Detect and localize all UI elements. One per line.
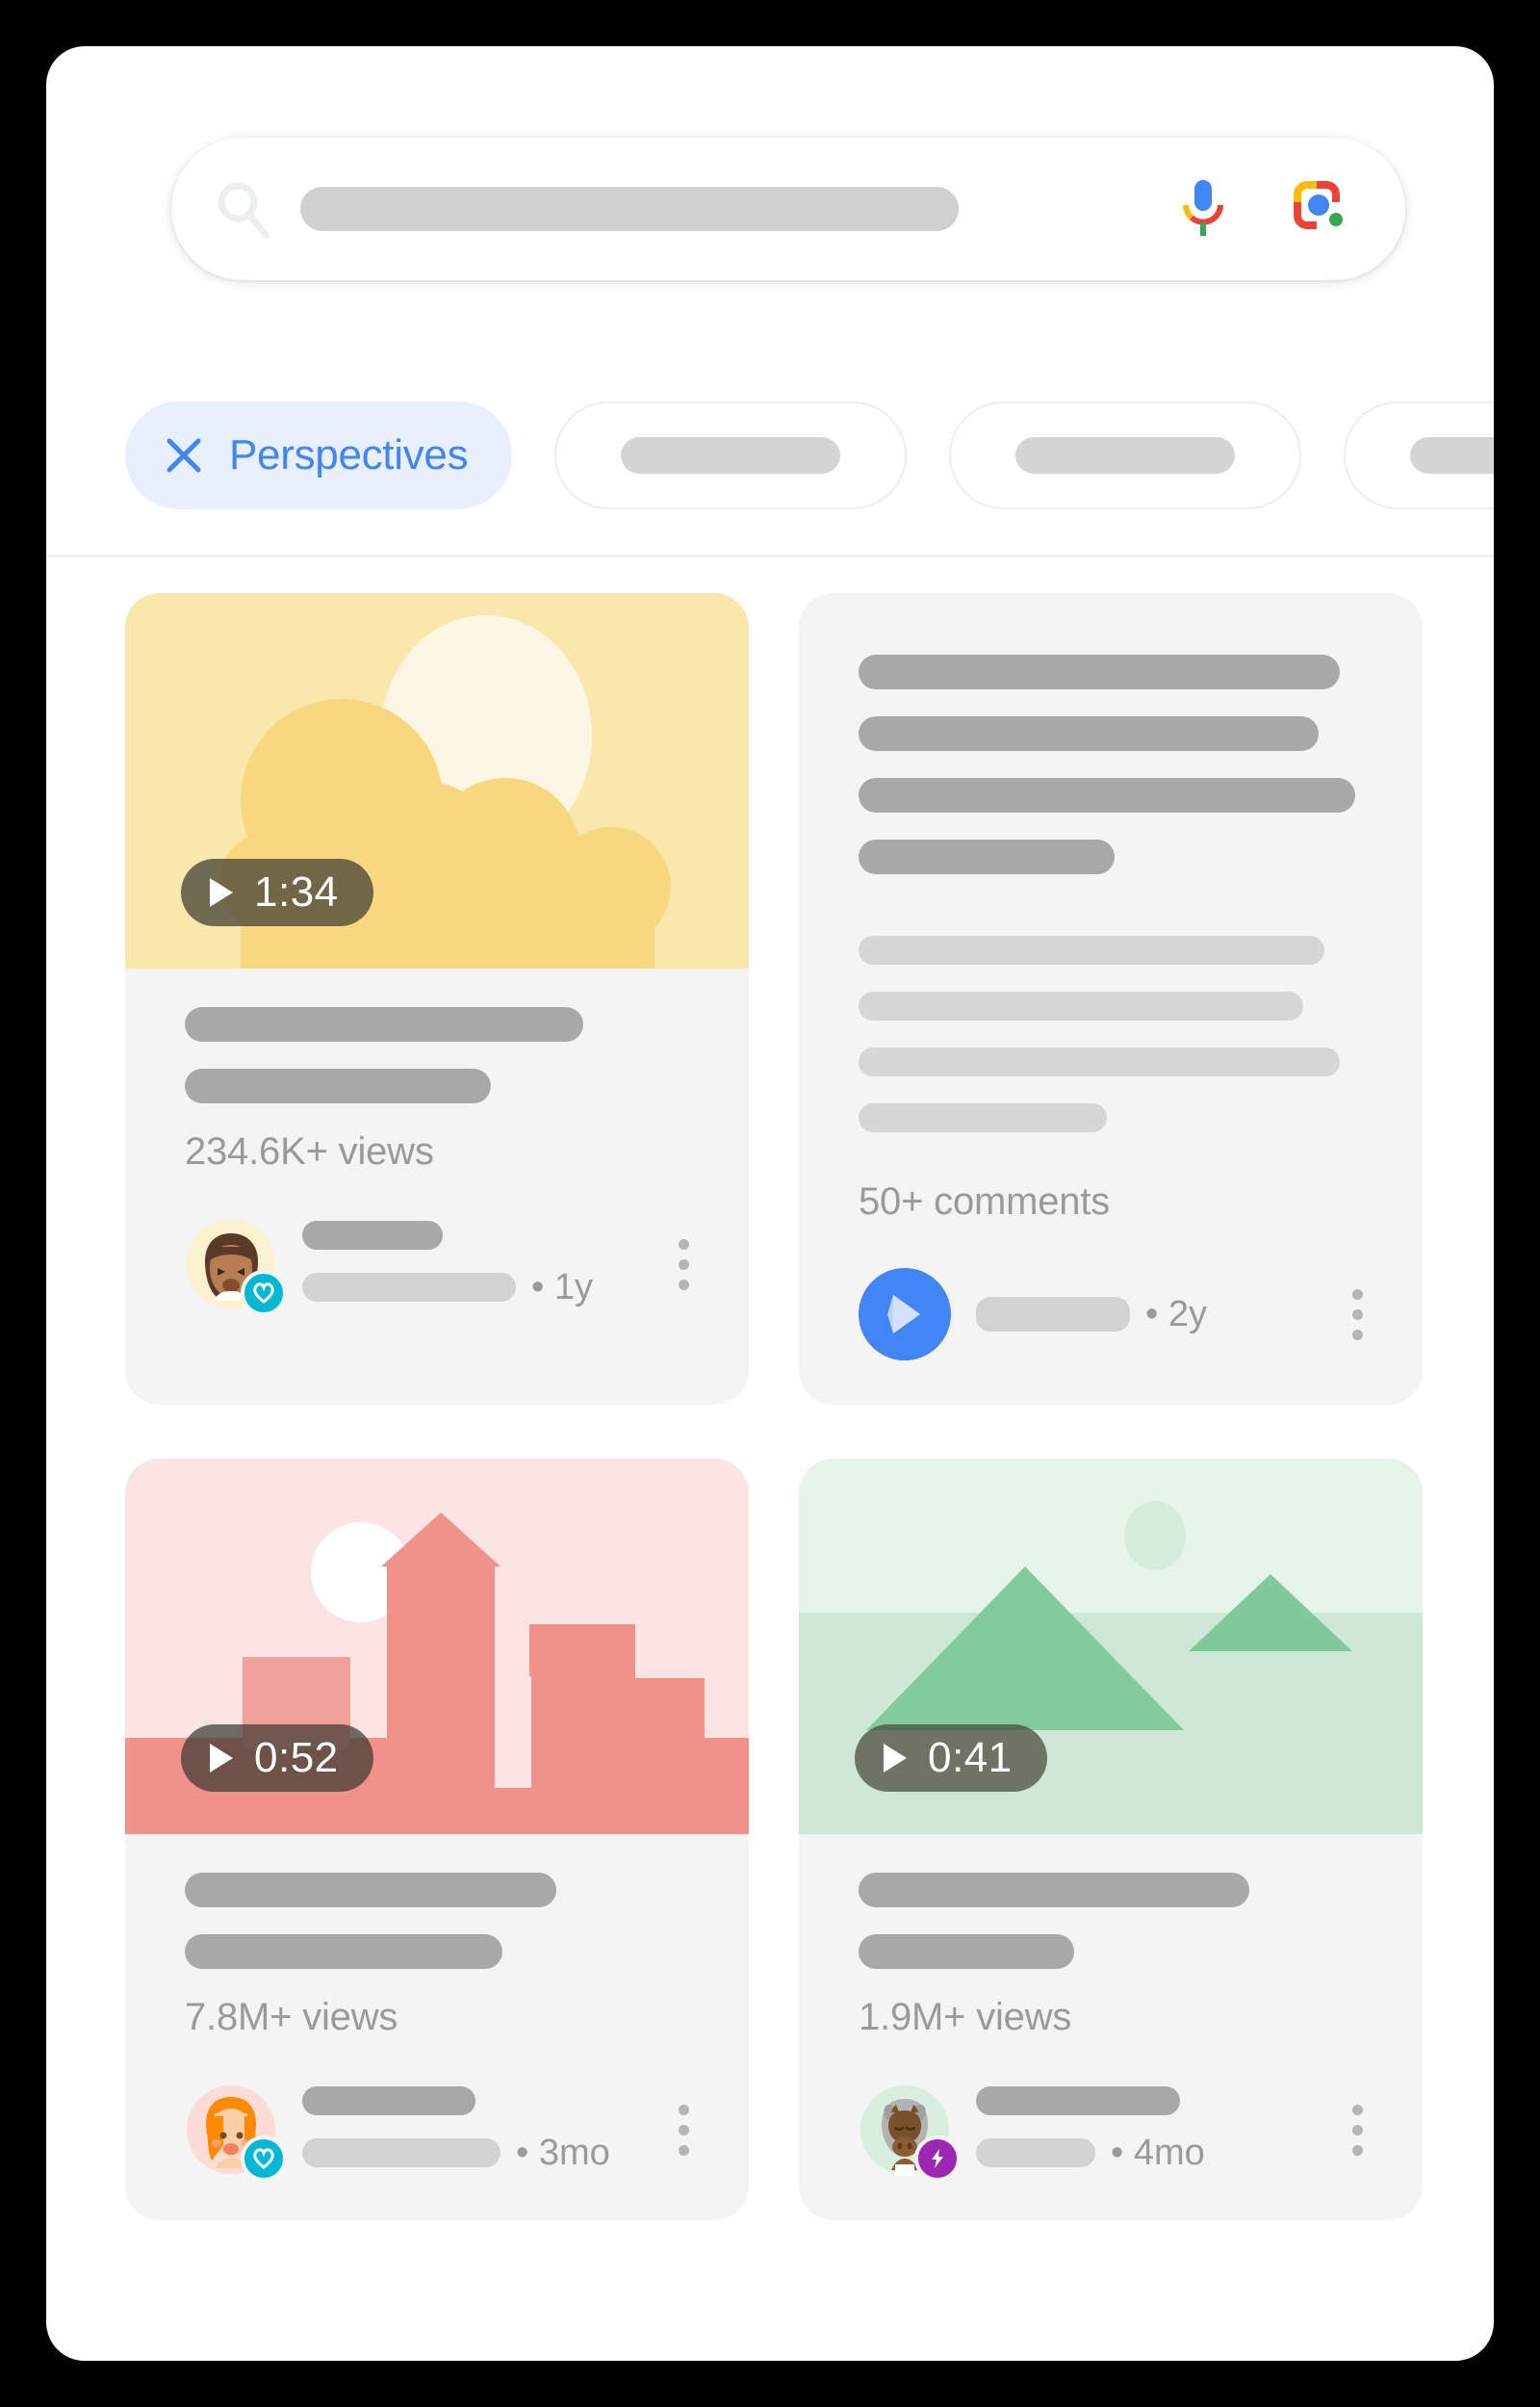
results-grid: 1:34 234.6K+ views • 1y 50+ comments • 2… bbox=[125, 593, 1423, 2220]
bolt-badge bbox=[914, 2135, 961, 2182]
chip-placeholder-pill bbox=[621, 437, 841, 474]
views-stat: 7.8M+ views bbox=[185, 1996, 398, 2038]
duration-text: 0:41 bbox=[928, 1734, 1013, 1781]
author-name-placeholder bbox=[302, 2085, 475, 2115]
chip-placeholder-pill bbox=[1410, 437, 1494, 474]
comments-stat: 50+ comments bbox=[859, 1180, 1111, 1223]
thumbnail-sun-cloud: 1:34 bbox=[125, 593, 749, 969]
play-icon bbox=[210, 878, 233, 907]
author-placeholder: • 3mo bbox=[302, 2085, 634, 2174]
more-vertical-icon[interactable] bbox=[1333, 1288, 1363, 1340]
card-body: 1.9M+ views • 4mo bbox=[799, 1834, 1423, 2220]
avatar[interactable] bbox=[185, 1218, 287, 1316]
source-placeholder bbox=[302, 2138, 500, 2167]
title-placeholder-line bbox=[859, 1934, 1074, 1969]
source-placeholder bbox=[976, 2138, 1095, 2167]
play-icon bbox=[210, 1744, 233, 1773]
search-input[interactable] bbox=[300, 187, 959, 231]
duration-text: 1:34 bbox=[254, 868, 339, 916]
title-placeholder-line bbox=[185, 1069, 491, 1103]
thumbnail-city-skyline: 0:52 bbox=[125, 1459, 749, 1834]
text-placeholder-line bbox=[859, 936, 1324, 965]
title-placeholder-line bbox=[185, 1873, 556, 1907]
avatar[interactable] bbox=[185, 2083, 287, 2182]
title-placeholder-line bbox=[859, 1873, 1249, 1907]
duration-badge: 0:52 bbox=[181, 1724, 373, 1792]
search-actions bbox=[1180, 178, 1351, 240]
card-footer: • 1y bbox=[185, 1218, 689, 1316]
source-placeholder bbox=[976, 1297, 1130, 1332]
chip-placeholder-1[interactable] bbox=[554, 401, 908, 509]
filter-chips-row: Perspectives bbox=[46, 388, 1494, 523]
text-placeholder-line bbox=[859, 655, 1340, 689]
timestamp: • 4mo bbox=[1111, 2132, 1205, 2173]
text-placeholder-block bbox=[799, 593, 1423, 1132]
duration-badge: 0:41 bbox=[855, 1724, 1047, 1792]
heart-badge bbox=[241, 2135, 287, 2182]
text-placeholder-line bbox=[859, 716, 1319, 751]
search-icon bbox=[212, 177, 275, 241]
text-placeholder-line bbox=[859, 1048, 1340, 1076]
author-name-placeholder bbox=[976, 2085, 1180, 2115]
result-card-4[interactable]: 0:41 1.9M+ views • 4mo bbox=[799, 1459, 1423, 2220]
text-placeholder-line bbox=[859, 778, 1355, 813]
text-placeholder-line bbox=[859, 1103, 1107, 1132]
chip-placeholder-pill bbox=[1015, 437, 1236, 474]
chip-label-perspectives: Perspectives bbox=[229, 431, 469, 479]
author-placeholder: • 1y bbox=[302, 1220, 634, 1308]
result-card-2[interactable]: 50+ comments • 2y bbox=[799, 593, 1423, 1405]
author-placeholder: • 2y bbox=[976, 1294, 1308, 1335]
more-vertical-icon[interactable] bbox=[659, 1238, 689, 1290]
duration-badge: 1:34 bbox=[181, 859, 373, 926]
duration-text: 0:52 bbox=[254, 1734, 339, 1781]
search-bar-container bbox=[125, 128, 1415, 282]
timestamp: • 3mo bbox=[516, 2132, 610, 2173]
views-stat: 234.6K+ views bbox=[185, 1130, 434, 1173]
avatar[interactable] bbox=[859, 1268, 951, 1360]
card-footer: • 3mo bbox=[185, 2083, 689, 2182]
google-lens-icon[interactable] bbox=[1292, 179, 1351, 239]
close-icon[interactable] bbox=[164, 435, 204, 476]
search-bar[interactable] bbox=[171, 138, 1405, 280]
source-placeholder bbox=[302, 1273, 516, 1302]
text-placeholder-line bbox=[859, 992, 1303, 1021]
title-placeholder-line bbox=[185, 1007, 583, 1042]
result-card-3[interactable]: 0:52 7.8M+ views • 3mo bbox=[125, 1459, 749, 2220]
chip-perspectives[interactable]: Perspectives bbox=[125, 401, 513, 509]
app-panel: Perspectives 1:34 234.6K+ views • 1y 50+… bbox=[46, 46, 1494, 2361]
play-star-avatar bbox=[859, 1268, 951, 1360]
card-body: 234.6K+ views • 1y bbox=[125, 969, 749, 1355]
more-vertical-icon[interactable] bbox=[659, 2104, 689, 2156]
card-footer: • 2y bbox=[859, 1268, 1363, 1360]
card-footer: • 4mo bbox=[859, 2083, 1363, 2182]
title-placeholder-line bbox=[185, 1934, 502, 1969]
result-card-1[interactable]: 1:34 234.6K+ views • 1y bbox=[125, 593, 749, 1405]
text-placeholder-line bbox=[859, 840, 1115, 874]
more-vertical-icon[interactable] bbox=[1333, 2104, 1363, 2156]
timestamp: • 1y bbox=[531, 1266, 593, 1307]
heart-badge bbox=[241, 1270, 287, 1316]
chip-placeholder-2[interactable] bbox=[949, 401, 1302, 509]
microphone-icon[interactable] bbox=[1180, 178, 1226, 240]
card-body: 7.8M+ views • 3mo bbox=[125, 1834, 749, 2220]
timestamp: • 2y bbox=[1145, 1293, 1207, 1334]
card-body: 50+ comments • 2y bbox=[799, 1159, 1423, 1405]
thumbnail-mountains: 0:41 bbox=[799, 1459, 1423, 1834]
author-placeholder: • 4mo bbox=[976, 2085, 1308, 2174]
play-icon bbox=[884, 1744, 907, 1773]
author-name-placeholder bbox=[302, 1220, 443, 1250]
avatar[interactable] bbox=[859, 2083, 961, 2182]
header-divider bbox=[46, 555, 1494, 557]
chip-placeholder-3[interactable] bbox=[1344, 401, 1494, 509]
views-stat: 1.9M+ views bbox=[859, 1996, 1072, 2038]
